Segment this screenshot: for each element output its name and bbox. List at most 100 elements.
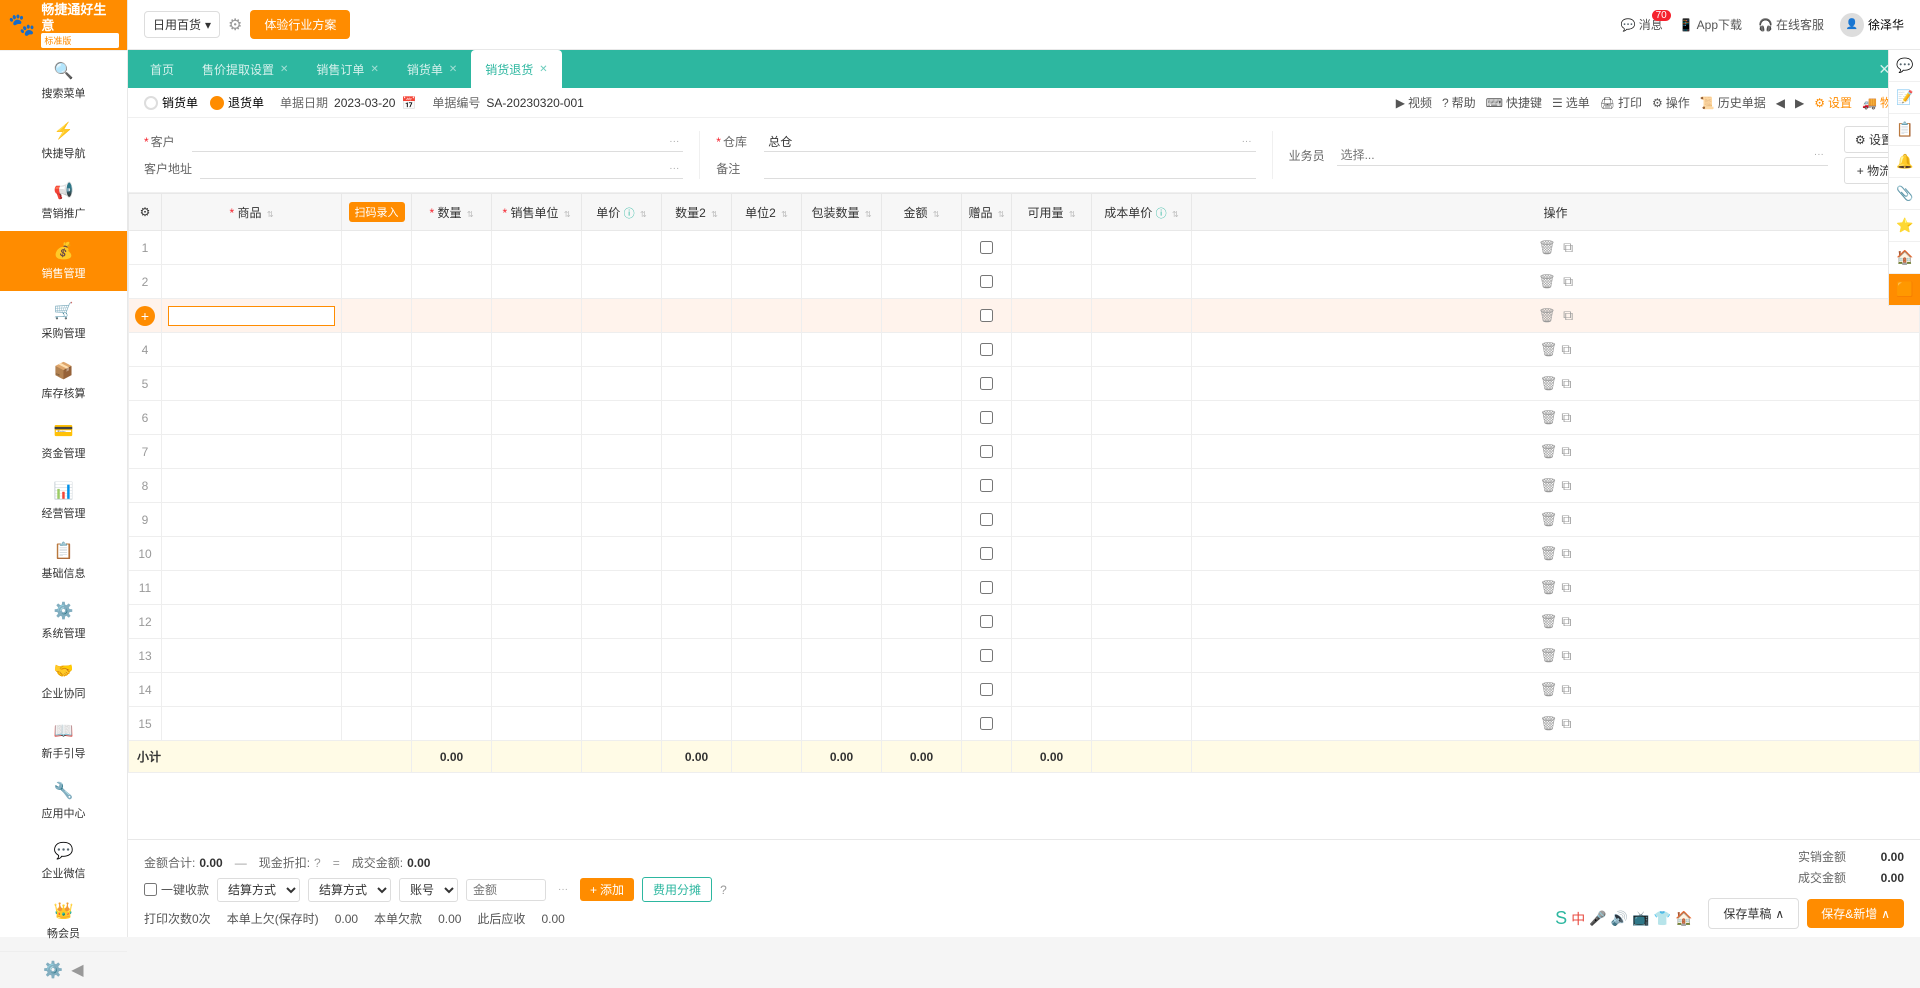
gift-sort[interactable]: ⇅	[998, 210, 1005, 219]
row-1-unit-price[interactable]	[582, 231, 662, 265]
tab-sales-invoice-close[interactable]: ✕	[449, 64, 457, 75]
row-2-gift-check[interactable]	[980, 275, 993, 288]
row-1-product[interactable]	[162, 231, 342, 265]
sidebar-item-sales[interactable]: 💰 销售管理	[0, 231, 127, 291]
sidebar-item-purchase[interactable]: 🛒 采购管理	[0, 291, 127, 351]
warehouse-input[interactable]	[764, 131, 1237, 151]
message-btn[interactable]: 💬 消息 70	[1621, 16, 1663, 33]
row-2-amount[interactable]	[882, 265, 962, 299]
row-7-copy[interactable]: ⧉	[1559, 441, 1573, 462]
fee-info[interactable]: ?	[720, 883, 727, 897]
qty2-sort[interactable]: ⇅	[711, 210, 718, 219]
one-key-collect-check[interactable]: 一键收款	[144, 881, 209, 898]
radio-return[interactable]: 退货单	[210, 94, 264, 111]
row-3-sales-unit[interactable]	[492, 299, 582, 333]
sidebar-item-guide[interactable]: 📖 新手引导	[0, 711, 127, 771]
row-3-product[interactable]	[162, 299, 342, 333]
tab-sales-return[interactable]: 销货退货 ✕	[471, 50, 561, 88]
row-9-delete[interactable]: 🗑	[1538, 509, 1560, 530]
sidebar-item-wechat[interactable]: 💬 企业微信	[0, 831, 127, 891]
row-15-delete[interactable]: 🗑	[1538, 713, 1560, 734]
scan-btn[interactable]: 扫码录入	[349, 202, 405, 222]
row-9-gift[interactable]	[980, 513, 993, 526]
row-3-gift-check[interactable]	[980, 309, 993, 322]
cost-price-sort[interactable]: ⇅	[1172, 210, 1179, 219]
settlement-select[interactable]: 结算方式	[217, 878, 300, 902]
right-panel-home[interactable]: 🏠	[1889, 242, 1920, 274]
sidebar-item-marketing[interactable]: 📢 营销推广	[0, 171, 127, 231]
row-3-quantity[interactable]	[412, 299, 492, 333]
available-sort[interactable]: ⇅	[1069, 210, 1076, 219]
print-action[interactable]: 🖨 打印	[1600, 94, 1642, 111]
salesperson-dots[interactable]: ···	[1810, 149, 1828, 160]
sidebar-item-system[interactable]: ⚙️ 系统管理	[0, 591, 127, 651]
video-action[interactable]: ▶ 视频	[1396, 94, 1432, 111]
sidebar-item-quicknav[interactable]: ⚡ 快捷导航	[0, 111, 127, 171]
account-select[interactable]: 结算方式	[308, 878, 391, 902]
row-1-amount[interactable]	[882, 231, 962, 265]
address-dots[interactable]: ···	[665, 163, 683, 174]
customer-dots[interactable]: ···	[665, 136, 683, 147]
row-3-unit2[interactable]	[732, 299, 802, 333]
right-panel-note[interactable]: 📝	[1889, 82, 1920, 114]
right-panel-action[interactable]: 🟧	[1889, 274, 1920, 306]
unit2-sort[interactable]: ⇅	[781, 210, 788, 219]
row-5-copy[interactable]: ⧉	[1559, 373, 1573, 394]
settings-bottom-icon[interactable]: ⚙️	[43, 960, 63, 980]
sidebar-item-finance[interactable]: 💳 资金管理	[0, 411, 127, 471]
amount-input[interactable]	[466, 879, 546, 901]
row-8-delete[interactable]: 🗑	[1538, 475, 1560, 496]
salesperson-input[interactable]	[1337, 145, 1810, 165]
header-gear-btn[interactable]: ⚙	[228, 15, 242, 35]
row-1-delete[interactable]: 🗑	[1536, 237, 1558, 258]
row-13-copy[interactable]: ⧉	[1559, 645, 1573, 666]
right-panel-bell[interactable]: 🔔	[1889, 146, 1920, 178]
sidebar-item-inventory[interactable]: 📦 库存核算	[0, 351, 127, 411]
sidebar-item-operations[interactable]: 📊 经营管理	[0, 471, 127, 531]
history-action[interactable]: 📜 历史单据	[1700, 94, 1766, 111]
row-5-gift[interactable]	[980, 377, 993, 390]
th-settings[interactable]: ⚙	[129, 194, 162, 231]
sidebar-item-collab[interactable]: 🤝 企业协同	[0, 651, 127, 711]
row-3-amount[interactable]	[882, 299, 962, 333]
row-12-gift[interactable]	[980, 615, 993, 628]
row-3-qty2[interactable]	[662, 299, 732, 333]
sidebar-item-basic[interactable]: 📋 基础信息	[0, 531, 127, 591]
row-2-pack-qty[interactable]	[802, 265, 882, 299]
row-4-delete[interactable]: 🗑	[1538, 339, 1560, 360]
shortcut-action[interactable]: ⌨ 快捷键	[1486, 94, 1542, 111]
cost-price-info[interactable]: ⓘ	[1156, 208, 1167, 220]
row-1-qty2[interactable]	[662, 231, 732, 265]
tab-price-extract-close[interactable]: ✕	[280, 64, 288, 75]
tab-sales-return-close[interactable]: ✕	[539, 64, 547, 75]
right-panel-list[interactable]: 📋	[1889, 114, 1920, 146]
date-value[interactable]: 2023-03-20	[334, 96, 395, 110]
tab-sales-order[interactable]: 销售订单 ✕	[302, 50, 392, 88]
row-13-gift[interactable]	[980, 649, 993, 662]
save-new-btn[interactable]: 保存&新增 ∧	[1807, 899, 1904, 928]
row-11-gift[interactable]	[980, 581, 993, 594]
calendar-icon[interactable]: 📅	[401, 96, 416, 110]
radio-sales-invoice[interactable]: 销货单	[144, 94, 198, 111]
experience-btn[interactable]: 体验行业方案	[250, 10, 350, 39]
row-4-copy[interactable]: ⧉	[1559, 339, 1573, 360]
amount-sort[interactable]: ⇅	[933, 210, 940, 219]
right-panel-attach[interactable]: 📎	[1889, 178, 1920, 210]
note-input[interactable]	[764, 158, 1255, 179]
row-13-delete[interactable]: 🗑	[1538, 645, 1560, 666]
row-3-available[interactable]	[1012, 299, 1092, 333]
tab-price-extract[interactable]: 售价提取设置 ✕	[188, 50, 302, 88]
daily-select[interactable]: 日用百货 ▾	[144, 11, 220, 38]
tab-sales-order-close[interactable]: ✕	[370, 64, 378, 75]
row-4-gift[interactable]	[980, 343, 993, 356]
table-gear-icon[interactable]: ⚙	[140, 205, 151, 219]
row-8-copy[interactable]: ⧉	[1559, 475, 1573, 496]
row-2-quantity[interactable]	[412, 265, 492, 299]
account-dots[interactable]: ···	[554, 884, 572, 895]
cash-discount-info[interactable]: ?	[314, 856, 321, 870]
row-6-copy[interactable]: ⧉	[1559, 407, 1573, 428]
fee-split-btn[interactable]: 费用分摊	[642, 877, 712, 902]
row-14-copy[interactable]: ⧉	[1559, 679, 1573, 700]
add-payment-btn[interactable]: + 添加	[580, 878, 634, 901]
online-service-btn[interactable]: 🎧 在线客服	[1758, 16, 1824, 33]
